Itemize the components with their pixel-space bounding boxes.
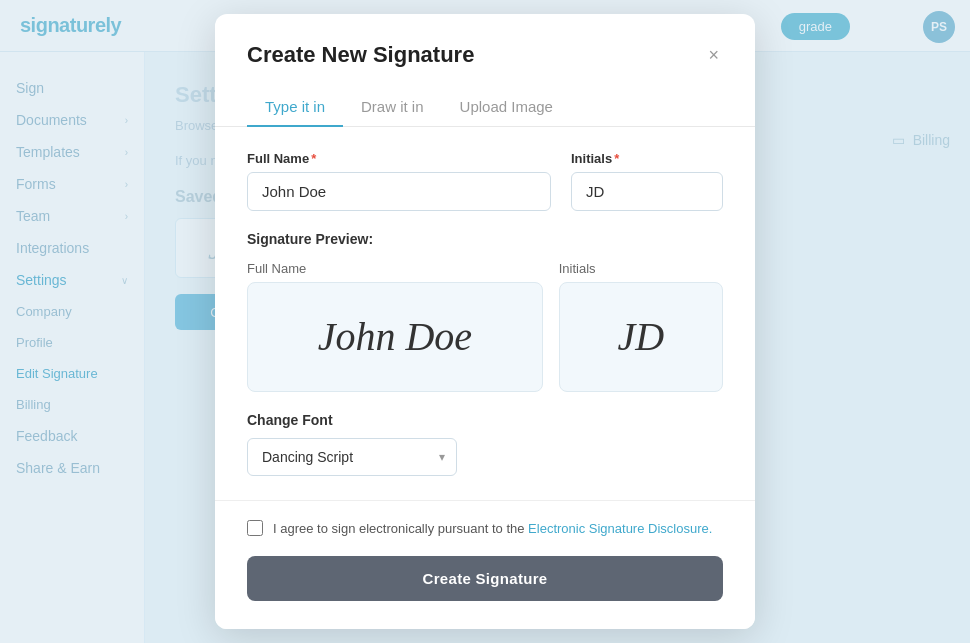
modal-overlay: Create New Signature × Type it in Draw i… <box>0 0 970 643</box>
preview-full-name-col: Full Name John Doe <box>247 261 543 392</box>
preview-full-name-label: Full Name <box>247 261 543 276</box>
signature-preview-row: Full Name John Doe Initials JD <box>247 261 723 392</box>
form-row-name-initials: Full Name* Initials* <box>247 151 723 211</box>
tab-type-it-in[interactable]: Type it in <box>247 88 343 127</box>
full-name-input[interactable] <box>247 172 551 211</box>
agreement-link[interactable]: Electronic Signature Disclosure. <box>528 521 712 536</box>
preview-initials-text: JD <box>618 313 665 360</box>
modal-title: Create New Signature <box>247 42 474 68</box>
modal-tabs: Type it in Draw it in Upload Image <box>215 88 755 127</box>
create-signature-button[interactable]: Create Signature <box>247 556 723 601</box>
agreement-checkbox[interactable] <box>247 520 263 536</box>
initials-label: Initials* <box>571 151 723 166</box>
tab-draw-it-in[interactable]: Draw it in <box>343 88 442 127</box>
modal-header: Create New Signature × <box>215 14 755 68</box>
required-star-name: * <box>311 151 316 166</box>
initials-group: Initials* <box>571 151 723 211</box>
initials-input[interactable] <box>571 172 723 211</box>
preview-initials-box: JD <box>559 282 723 392</box>
preview-full-name-box: John Doe <box>247 282 543 392</box>
modal-close-button[interactable]: × <box>704 42 723 68</box>
required-star-initials: * <box>614 151 619 166</box>
agreement-text: I agree to sign electronically pursuant … <box>273 519 712 539</box>
full-name-group: Full Name* <box>247 151 551 211</box>
create-button-row: Create Signature <box>215 556 755 629</box>
modal-body: Full Name* Initials* Signature Preview: … <box>215 127 755 500</box>
create-signature-modal: Create New Signature × Type it in Draw i… <box>215 14 755 630</box>
preview-initials-col: Initials JD <box>559 261 723 392</box>
full-name-label: Full Name* <box>247 151 551 166</box>
change-font-heading: Change Font <box>247 412 723 428</box>
preview-heading: Signature Preview: <box>247 231 723 247</box>
preview-initials-label: Initials <box>559 261 723 276</box>
font-select[interactable]: Dancing Script Pacifico Sacramento Great… <box>247 438 457 476</box>
font-select-wrapper: Dancing Script Pacifico Sacramento Great… <box>247 438 457 476</box>
tab-upload-image[interactable]: Upload Image <box>442 88 571 127</box>
agreement-row: I agree to sign electronically pursuant … <box>215 500 755 557</box>
preview-full-name-text: John Doe <box>318 313 472 360</box>
